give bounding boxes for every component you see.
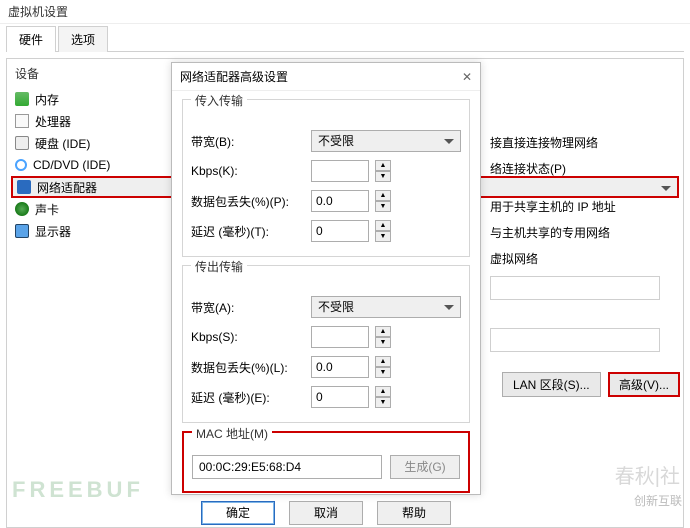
device-label: 处理器 (35, 113, 71, 130)
label-bandwidth-b: 带宽(B): (191, 133, 305, 150)
right-text: 络连接状态(P) (490, 156, 680, 182)
tab-hardware[interactable]: 硬件 (6, 26, 56, 52)
label-latency-e: 延迟 (毫秒)(E): (191, 389, 305, 406)
watermark-cxhl: 创新互联 (634, 492, 682, 509)
device-label: 网络适配器 (37, 179, 97, 196)
right-text: 接直接连接物理网络 (490, 130, 680, 156)
network-icon (17, 180, 31, 194)
ok-button[interactable]: 确定 (201, 501, 275, 525)
label-loss-l: 数据包丢失(%)(L): (191, 359, 305, 376)
incoming-group: 传入传输 带宽(B):不受限 Kbps(K):▲▼ 数据包丢失(%)(P):0.… (182, 99, 470, 257)
kbps-s-input[interactable] (311, 326, 369, 348)
latency-t-spinner[interactable]: ▲▼ (375, 220, 391, 242)
kbps-k-input[interactable] (311, 160, 369, 182)
loss-l-input[interactable]: 0.0 (311, 356, 369, 378)
device-label: 显示器 (35, 223, 71, 240)
bandwidth-b-select[interactable]: 不受限 (311, 130, 461, 152)
label-kbps-s: Kbps(S): (191, 330, 305, 344)
cancel-button[interactable]: 取消 (289, 501, 363, 525)
sound-icon (15, 202, 29, 216)
mac-address-input[interactable]: 00:0C:29:E5:68:D4 (192, 455, 382, 479)
window-title: 虚拟机设置 (0, 0, 690, 24)
latency-t-input[interactable]: 0 (311, 220, 369, 242)
right-text: 与主机共享的专用网络 (490, 220, 680, 246)
mac-address-group: MAC 地址(M) 00:0C:29:E5:68:D4 生成(G) (182, 431, 470, 493)
label-loss-p: 数据包丢失(%)(P): (191, 193, 305, 210)
device-label: 硬盘 (IDE) (35, 135, 90, 152)
close-icon[interactable] (462, 63, 472, 91)
kbps-k-spinner[interactable]: ▲▼ (375, 160, 391, 182)
device-label: 内存 (35, 91, 59, 108)
lan-segments-button[interactable]: LAN 区段(S)... (502, 372, 601, 397)
memory-icon (15, 92, 29, 106)
group-title: 传入传输 (191, 92, 247, 109)
cpu-icon (15, 114, 29, 128)
generate-button[interactable]: 生成(G) (390, 455, 460, 479)
latency-e-input[interactable]: 0 (311, 386, 369, 408)
help-button[interactable]: 帮助 (377, 501, 451, 525)
dialog-buttons: 确定 取消 帮助 (172, 501, 480, 525)
watermark-ichunqiu: 春秋|社 (615, 460, 680, 489)
label-bandwidth-a: 带宽(A): (191, 299, 305, 316)
dialog-titlebar: 网络适配器高级设置 (172, 63, 480, 91)
select-value: 不受限 (312, 134, 354, 148)
kbps-s-spinner[interactable]: ▲▼ (375, 326, 391, 348)
hdd-icon (15, 136, 29, 150)
label-latency-t: 延迟 (毫秒)(T): (191, 223, 305, 240)
outgoing-group: 传出传输 带宽(A):不受限 Kbps(S):▲▼ 数据包丢失(%)(L):0.… (182, 265, 470, 423)
bandwidth-a-select[interactable]: 不受限 (311, 296, 461, 318)
loss-l-spinner[interactable]: ▲▼ (375, 356, 391, 378)
right-pane: 接直接连接物理网络 络连接状态(P) 用于共享主机的 IP 地址 与主机共享的专… (490, 130, 680, 397)
loss-p-input[interactable]: 0.0 (311, 190, 369, 212)
loss-p-spinner[interactable]: ▲▼ (375, 190, 391, 212)
group-title: MAC 地址(M) (192, 425, 272, 442)
group-title: 传出传输 (191, 258, 247, 275)
lan-segment-combo[interactable] (490, 328, 660, 352)
virtual-network-combo[interactable] (490, 276, 660, 300)
select-value: 不受限 (312, 300, 354, 314)
device-label: 声卡 (35, 201, 59, 218)
display-icon (15, 224, 29, 238)
cd-icon (15, 159, 27, 171)
label-kbps-k: Kbps(K): (191, 164, 305, 178)
right-text: 用于共享主机的 IP 地址 (490, 194, 680, 220)
advanced-button[interactable]: 高级(V)... (608, 372, 680, 397)
watermark-freebuf: FREEBUF (12, 477, 144, 503)
tab-bar: 硬件 选项 (6, 28, 684, 52)
dialog-title: 网络适配器高级设置 (180, 63, 288, 91)
tab-options[interactable]: 选项 (58, 26, 108, 52)
device-label: CD/DVD (IDE) (33, 158, 110, 172)
advanced-network-dialog: 网络适配器高级设置 传入传输 带宽(B): 不受限 Kbps(K): ▲▼ 数据包丢… (171, 62, 481, 495)
right-text: 虚拟网络 (490, 246, 680, 272)
latency-e-spinner[interactable]: ▲▼ (375, 386, 391, 408)
